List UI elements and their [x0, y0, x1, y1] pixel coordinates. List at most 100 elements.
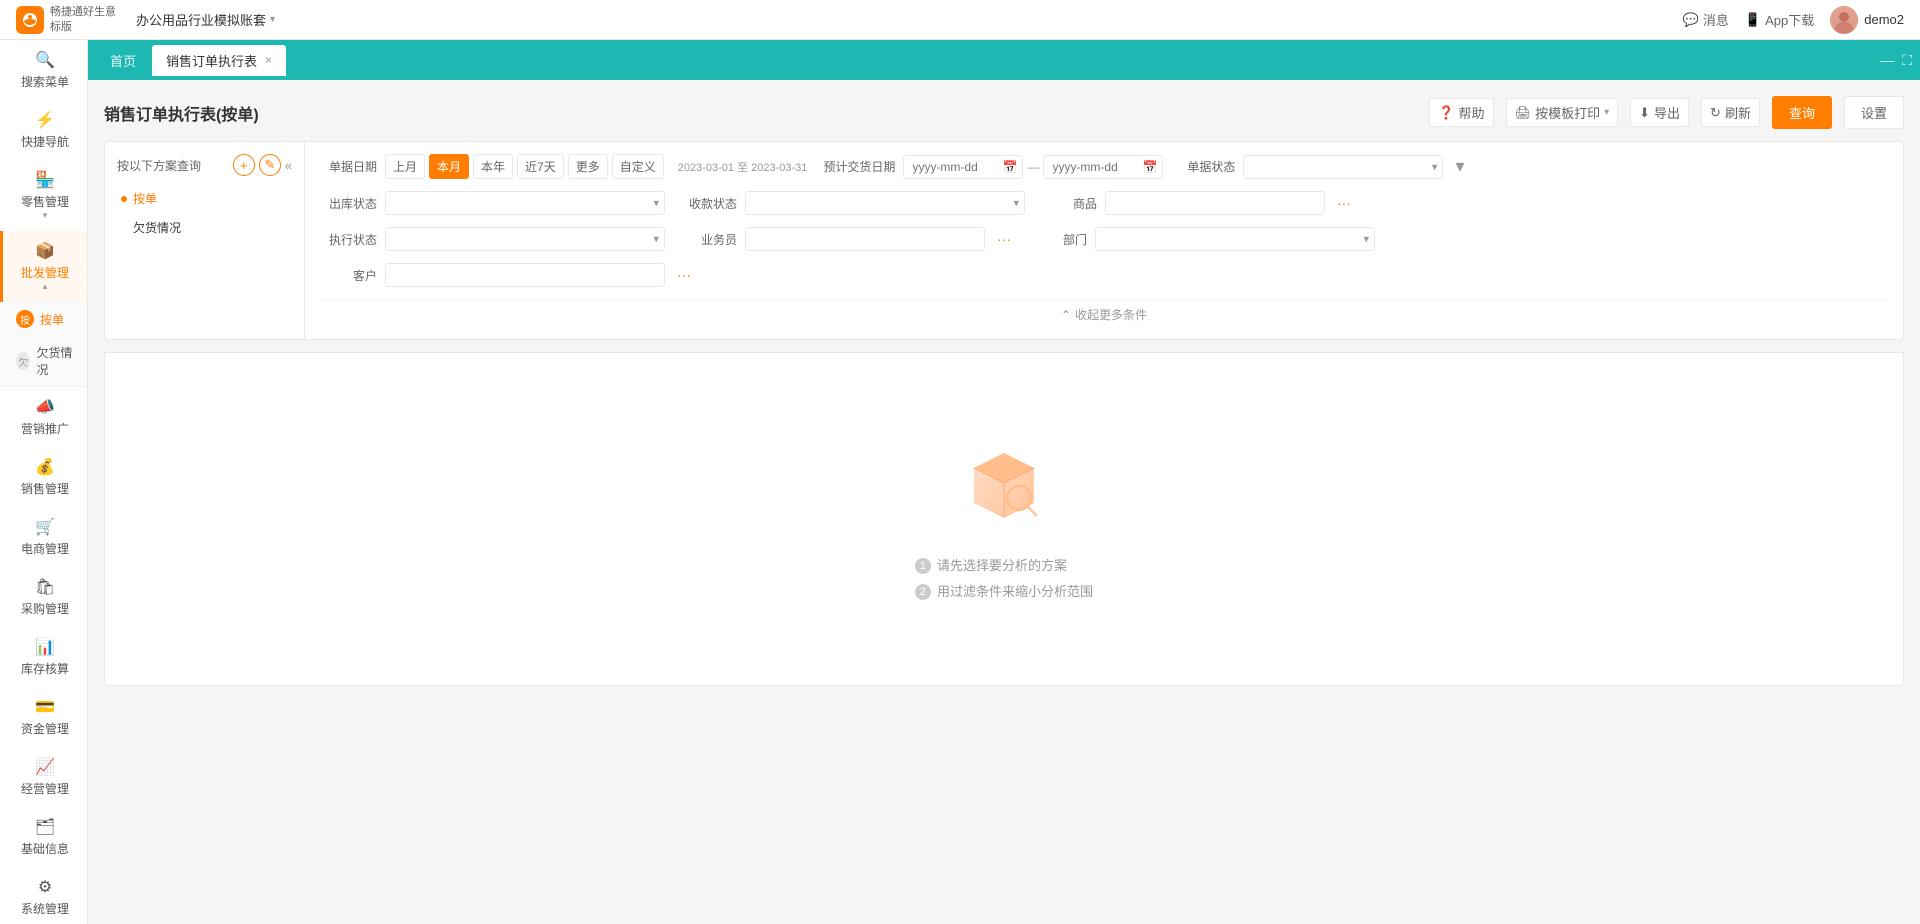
print-label: 按模板打印	[1535, 103, 1600, 122]
filter-row-3: 执行状态 业务员 ···	[321, 227, 1887, 251]
filter-row-4: 客户 ···	[321, 263, 1887, 287]
app-download-btn[interactable]: 📱 App下载	[1745, 10, 1814, 29]
app-download-label: App下载	[1765, 10, 1814, 29]
collapse-more-btn[interactable]: ⌃ 收起更多条件	[1061, 306, 1147, 323]
date-separator: —	[1027, 160, 1039, 174]
minimize-btn[interactable]: —	[1880, 52, 1894, 68]
goods-more-btn[interactable]: ···	[1333, 195, 1355, 211]
tab-bar: 首页 销售订单执行表 × — ⛶	[88, 40, 1920, 80]
empty-hint-1-text: 请先选择要分析的方案	[937, 553, 1067, 579]
doc-status-select[interactable]	[1243, 155, 1443, 179]
help-btn[interactable]: ❓ 帮助	[1429, 98, 1493, 127]
filter-left-header: 按以下方案查询 + ✎ «	[113, 154, 296, 176]
sidebar-sub-item-欠货[interactable]: 欠 欠货情况	[0, 336, 87, 386]
logo-text: 畅捷通好生意 标版	[50, 5, 116, 34]
sidebar-retail-label: 零售管理	[21, 193, 69, 210]
maximize-btn[interactable]: ⛶	[1902, 52, 1912, 69]
exec-status-select[interactable]	[385, 227, 665, 251]
customer-more-btn[interactable]: ···	[673, 267, 695, 283]
sidebar-ecommerce-label: 电商管理	[21, 540, 69, 557]
outbound-label: 出库状态	[321, 195, 377, 212]
outbound-select-wrap	[385, 191, 665, 215]
sidebar-item-system[interactable]: ⚙ 系统管理	[0, 867, 87, 924]
filter-scheme-按单[interactable]: 按单	[113, 184, 296, 213]
exec-status-select-wrap	[385, 227, 665, 251]
tab-home[interactable]: 首页	[96, 45, 150, 76]
settings-btn[interactable]: 设置	[1844, 96, 1904, 129]
sales-icon: 💰	[35, 457, 55, 477]
sidebar-item-quick-nav[interactable]: ⚡ 快捷导航	[0, 100, 87, 160]
expected-date-end[interactable]	[1043, 155, 1163, 179]
sidebar-item-search[interactable]: 🔍 搜索菜单	[0, 40, 87, 100]
tab-sales-order[interactable]: 销售订单执行表 ×	[152, 45, 286, 76]
sidebar-item-retail[interactable]: 🏪 零售管理 ▾	[0, 160, 87, 231]
date-btn-last-month[interactable]: 上月	[385, 154, 425, 179]
sidebar-item-purchase[interactable]: 🛍 采购管理	[0, 567, 87, 627]
expected-date-end-wrap: 📅	[1043, 155, 1163, 179]
breadcrumb: 办公用品行业模拟账套 ▾	[136, 10, 275, 29]
filter-field-doc-status: 单据状态 ▾	[1179, 155, 1464, 179]
sidebar-item-wholesale[interactable]: 📦 批发管理 ▴	[0, 231, 87, 302]
sub-item-欠货-label: 欠货情况	[36, 344, 75, 378]
expected-date-range: 📅 — 📅	[903, 155, 1163, 179]
salesperson-input[interactable]	[745, 227, 985, 251]
collection-select[interactable]	[745, 191, 1025, 215]
date-btn-7days[interactable]: 近7天	[517, 154, 564, 179]
quick-nav-icon: ⚡	[35, 110, 55, 130]
customer-input[interactable]	[385, 263, 665, 287]
sidebar-system-label: 系统管理	[21, 900, 69, 917]
sidebar-item-basic[interactable]: 🗂 基础信息	[0, 807, 87, 867]
date-btn-this-month[interactable]: 本月	[429, 154, 469, 179]
search-icon: 🔍	[35, 50, 55, 70]
filter-left-icons: + ✎ «	[233, 154, 292, 176]
sidebar-item-finance[interactable]: 💳 资金管理	[0, 687, 87, 747]
sidebar-item-marketing[interactable]: 📣 营销推广	[0, 387, 87, 447]
expected-date-start[interactable]	[903, 155, 1023, 179]
retail-icon: 🏪	[35, 170, 55, 190]
doc-status-expand-icon: ▾	[1455, 156, 1464, 177]
query-btn[interactable]: 查询	[1772, 96, 1832, 129]
filter-field-dept: 部门	[1031, 227, 1375, 251]
refresh-icon: ↻	[1710, 105, 1721, 121]
sidebar-item-ecommerce[interactable]: 🛒 电商管理	[0, 507, 87, 567]
sidebar-purchase-label: 采购管理	[21, 600, 69, 617]
filter-left: 按以下方案查询 + ✎ « 按单	[105, 142, 305, 339]
sidebar-sub-item-按单[interactable]: 按 按单	[0, 302, 87, 336]
sidebar-basic-label: 基础信息	[21, 840, 69, 857]
sidebar-item-sales[interactable]: 💰 销售管理	[0, 447, 87, 507]
sidebar-search-label: 搜索菜单	[21, 73, 69, 90]
add-scheme-btn[interactable]: +	[233, 154, 255, 176]
scheme-欠货-label: 欠货情况	[133, 219, 181, 236]
outbound-select[interactable]	[385, 191, 665, 215]
sub-item-active-dot: 按	[16, 310, 34, 328]
logo-area: 畅捷通好生意 标版	[16, 5, 116, 34]
date-label: 单据日期	[321, 158, 377, 175]
filter-scheme-欠货[interactable]: 欠货情况	[113, 213, 296, 242]
doc-status-label: 单据状态	[1179, 158, 1235, 175]
date-btn-custom[interactable]: 自定义	[612, 154, 664, 179]
refresh-label: 刷新	[1725, 103, 1751, 122]
refresh-btn[interactable]: ↻ 刷新	[1701, 98, 1760, 127]
date-btn-this-year[interactable]: 本年	[473, 154, 513, 179]
operations-icon: 📈	[35, 757, 55, 777]
tab-close-btn[interactable]: ×	[265, 53, 272, 67]
page-title: 销售订单执行表(按单)	[104, 101, 259, 125]
empty-hint-2: 2 用过滤条件来缩小分析范围	[915, 579, 1093, 605]
dept-select[interactable]	[1095, 227, 1375, 251]
wholesale-icon: 📦	[35, 241, 55, 261]
sidebar-item-operations[interactable]: 📈 经营管理	[0, 747, 87, 807]
collapse-left-btn[interactable]: «	[285, 158, 292, 173]
goods-input[interactable]	[1105, 191, 1325, 215]
edit-scheme-btn[interactable]: ✎	[259, 154, 281, 176]
sidebar-inventory-label: 库存核算	[21, 660, 69, 677]
export-btn[interactable]: ⬇ 导出	[1630, 98, 1689, 127]
date-btn-more[interactable]: 更多	[568, 154, 608, 179]
salesperson-more-btn[interactable]: ···	[993, 231, 1015, 247]
user-profile-btn[interactable]: demo2	[1830, 6, 1904, 34]
messages-btn[interactable]: 💬 消息	[1683, 10, 1729, 29]
goods-label: 商品	[1041, 195, 1097, 212]
print-btn[interactable]: 🖨 按模板打印 ▾	[1506, 98, 1619, 127]
filter-panel: 按以下方案查询 + ✎ « 按单	[104, 141, 1904, 340]
sidebar-item-inventory[interactable]: 📊 库存核算	[0, 627, 87, 687]
wholesale-expand-icon: ▴	[43, 281, 48, 292]
